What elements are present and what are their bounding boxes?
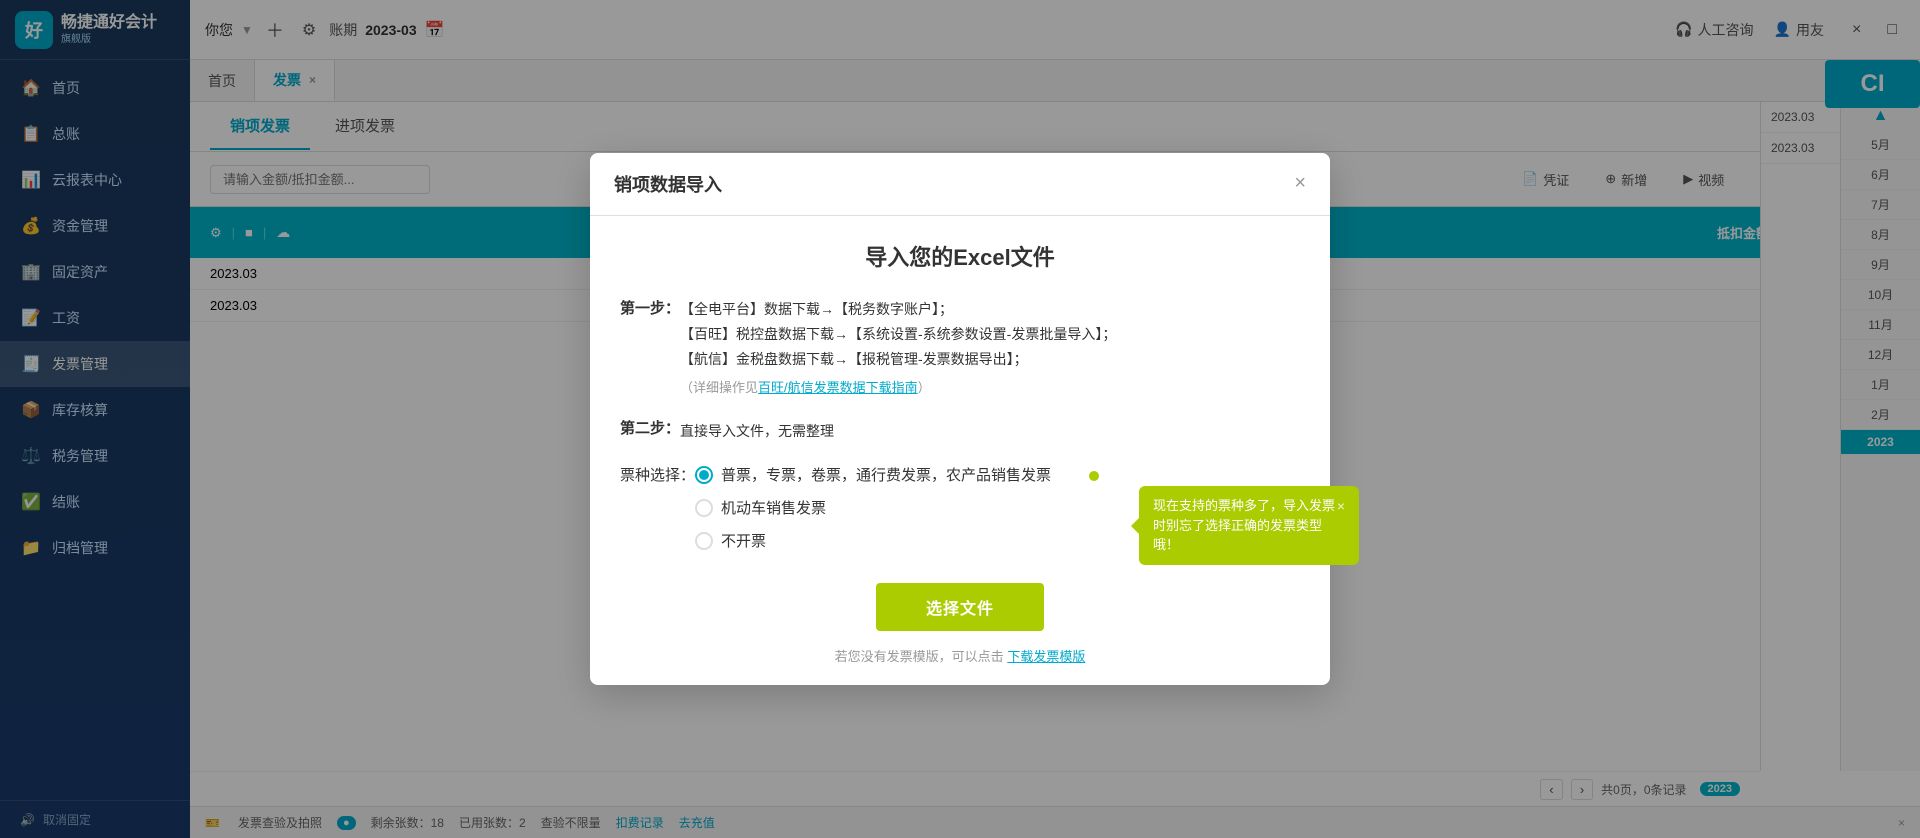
step1-line2: 【百旺】税控盘数据下载→【系统设置-系统参数设置-发票批量导入】； — [680, 322, 1116, 347]
modal-body: 导入您的Excel文件 第一步： 【全电平台】数据下载→【税务数字账户】； 【百… — [590, 216, 1330, 686]
modal-footer-note: 若您没有发票模版，可以点击 下载发票模版 — [620, 646, 1300, 665]
modal-close-button[interactable]: × — [1294, 172, 1306, 195]
tooltip-container: × 现在支持的票种多了，导入发票时别忘了选择正确的发票类型哦！ — [1089, 466, 1099, 483]
step1-line1: 【全电平台】数据下载→【税务数字账户】； — [680, 297, 1116, 322]
radio-motor-label: 机动车销售发票 — [721, 497, 826, 518]
step1-content: 【全电平台】数据下载→【税务数字账户】； 【百旺】税控盘数据下载→【系统设置-系… — [680, 297, 1116, 400]
modal-btn-row: 选择文件 — [620, 583, 1300, 631]
modal-center-title: 导入您的Excel文件 — [620, 240, 1300, 272]
modal-header: 销项数据导入 × — [590, 153, 1330, 216]
tooltip-dot — [1089, 471, 1099, 481]
radio-none[interactable]: 不开票 — [695, 530, 1099, 551]
radio-group: 普票，专票，卷票，通行费发票，农产品销售发票 × 现在支持的票种多了，导入发票时… — [695, 464, 1099, 563]
tooltip-bubble: × 现在支持的票种多了，导入发票时别忘了选择正确的发票类型哦！ — [1139, 486, 1359, 565]
step2-section: 第二步： 直接导入文件，无需整理 — [620, 417, 1300, 446]
tooltip-close-button[interactable]: × — [1337, 496, 1345, 517]
radio-none-label: 不开票 — [721, 530, 766, 551]
ticket-select-section: 票种选择： 普票，专票，卷票，通行费发票，农产品销售发票 × 现在支持的票种多了… — [620, 464, 1300, 563]
radio-none-circle[interactable] — [695, 532, 713, 550]
radio-motor[interactable]: 机动车销售发票 — [695, 497, 1099, 518]
select-file-button[interactable]: 选择文件 — [876, 583, 1044, 631]
guide-link[interactable]: 百旺/航信发票数据下载指南 — [758, 380, 918, 395]
radio-motor-circle[interactable] — [695, 499, 713, 517]
modal-title: 销项数据导入 — [614, 171, 722, 197]
radio-normal-circle[interactable] — [695, 466, 713, 484]
radio-normal[interactable]: 普票，专票，卷票，通行费发票，农产品销售发票 × 现在支持的票种多了，导入发票时… — [695, 464, 1099, 485]
tooltip-text: 现在支持的票种多了，导入发票时别忘了选择正确的发票类型哦！ — [1153, 498, 1335, 552]
download-template-link[interactable]: 下载发票模版 — [1007, 649, 1085, 664]
import-modal: 销项数据导入 × 导入您的Excel文件 第一步： 【全电平台】数据下载→【税务… — [590, 153, 1330, 686]
step1-label: 第一步： — [620, 297, 680, 392]
step2-text: 直接导入文件，无需整理 — [680, 419, 834, 444]
radio-normal-label: 普票，专票，卷票，通行费发票，农产品销售发票 — [721, 464, 1051, 485]
step2-label: 第二步： — [620, 417, 680, 438]
modal-overlay: 销项数据导入 × 导入您的Excel文件 第一步： 【全电平台】数据下载→【税务… — [0, 0, 1920, 838]
ticket-label: 票种选择： — [620, 464, 695, 485]
step1-line3: 【航信】金税盘数据下载→【报税管理-发票数据导出】； — [680, 347, 1116, 372]
footer-note-prefix: 若您没有发票模版，可以点击 — [835, 649, 1004, 664]
step1-detail: （详细操作见百旺/航信发票数据下载指南） — [680, 376, 1116, 399]
step1-section: 第一步： 【全电平台】数据下载→【税务数字账户】； 【百旺】税控盘数据下载→【系… — [620, 297, 1300, 400]
